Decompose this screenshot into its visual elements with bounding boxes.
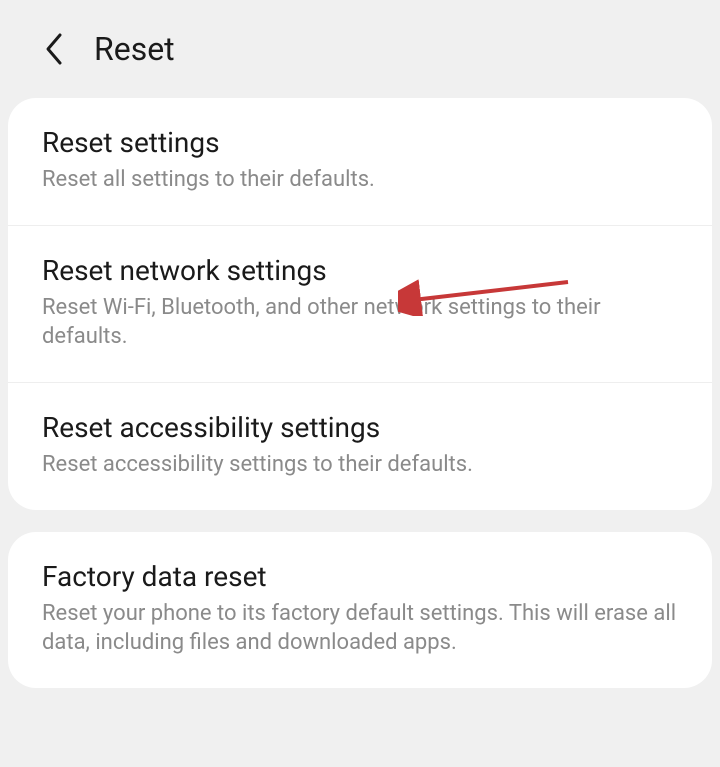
factory-reset-card: Factory data reset Reset your phone to i… (8, 532, 712, 688)
item-title: Factory data reset (42, 560, 678, 593)
reset-settings-item[interactable]: Reset settings Reset all settings to the… (8, 98, 712, 226)
item-subtitle: Reset Wi-Fi, Bluetooth, and other networ… (42, 293, 678, 352)
factory-data-reset-item[interactable]: Factory data reset Reset your phone to i… (8, 532, 712, 688)
item-subtitle: Reset all settings to their defaults. (42, 165, 678, 195)
page-title: Reset (94, 30, 175, 68)
reset-options-card: Reset settings Reset all settings to the… (8, 98, 712, 510)
item-title: Reset settings (42, 126, 678, 159)
header: Reset (0, 0, 720, 98)
item-subtitle: Reset your phone to its factory default … (42, 599, 678, 658)
item-title: Reset accessibility settings (42, 411, 678, 444)
item-title: Reset network settings (42, 254, 678, 287)
reset-network-settings-item[interactable]: Reset network settings Reset Wi-Fi, Blue… (8, 226, 712, 383)
item-subtitle: Reset accessibility settings to their de… (42, 450, 678, 480)
back-icon[interactable] (42, 31, 66, 67)
reset-accessibility-settings-item[interactable]: Reset accessibility settings Reset acces… (8, 383, 712, 510)
